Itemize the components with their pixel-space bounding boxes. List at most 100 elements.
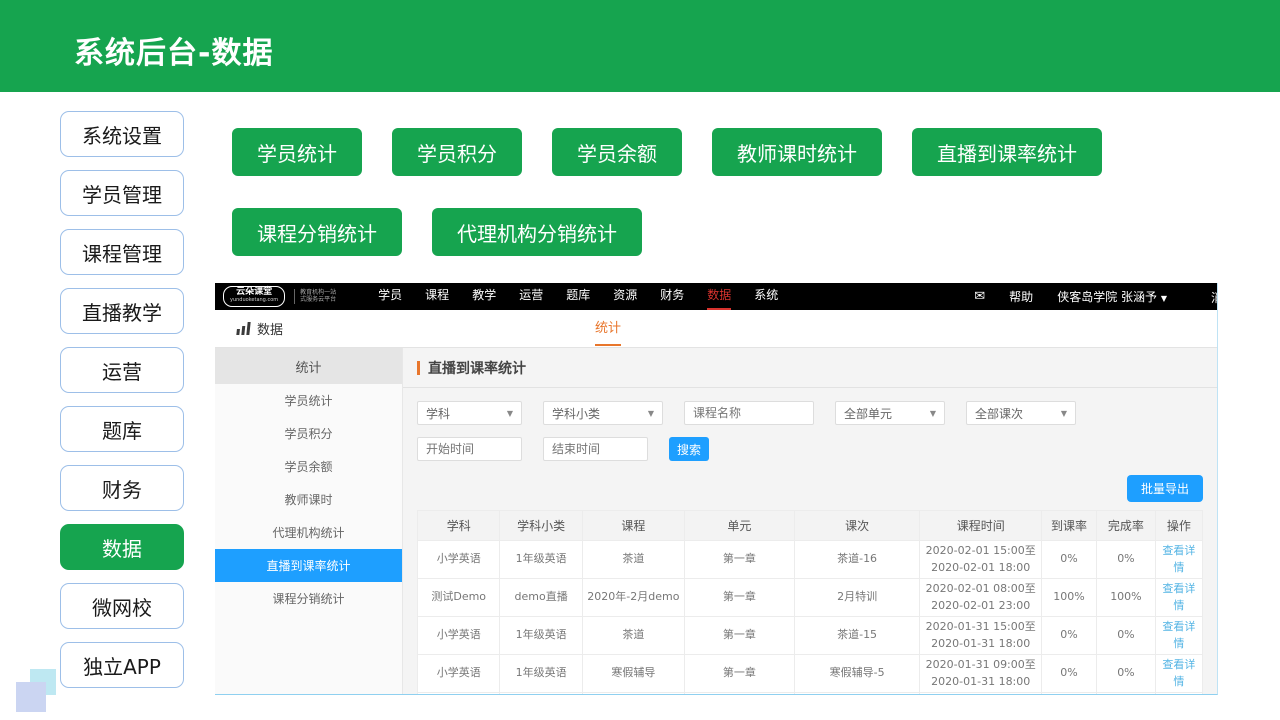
table-cell: 0% [1042,655,1097,693]
topnav-item[interactable]: 系统 [754,283,778,310]
table-header-cell: 单元 [684,511,794,541]
left-sidebar-button[interactable]: 运营 [60,347,184,393]
left-sidebar-button[interactable]: 学员管理 [60,170,184,216]
left-sidebar: 系统设置学员管理课程管理直播教学运营题库财务数据微网校独立APP [60,111,184,688]
subject-select[interactable]: 学科 ▼ [417,401,522,425]
table-header-cell: 操作 [1155,511,1202,541]
admin-menu-item[interactable]: 学员统计 [215,384,402,417]
table-cell: 0% [1096,617,1155,655]
table-cell: 2020-01-31 09:00至2020-01-31 18:00 [920,655,1042,693]
table-header-cell: 课程 [582,511,684,541]
left-sidebar-button[interactable]: 财务 [60,465,184,511]
left-sidebar-button[interactable]: 题库 [60,406,184,452]
quick-button[interactable]: 代理机构分销统计 [432,208,642,256]
end-time-input[interactable] [543,437,648,461]
view-details-link[interactable]: 查看详情 [1162,544,1195,574]
page-title: 系统后台-数据 [0,0,1280,72]
table-cell: 茶道 [582,617,684,655]
topnav-item[interactable]: 学员 [378,283,402,310]
admin-menu-item[interactable]: 教师课时 [215,483,402,516]
table-cell: 茶道-16 [794,541,920,579]
chevron-down-icon: ▼ [648,409,654,418]
table-cell: 查看详情 [1155,579,1202,617]
admin-menu-item[interactable]: 学员余额 [215,450,402,483]
course-name-input[interactable] [684,401,814,425]
table-header-cell: 完成率 [1096,511,1155,541]
table-cell: 100% [1042,579,1097,617]
title-accent-bar [417,361,420,375]
side-menu-header: 统计 [215,348,402,384]
side-menu-items: 学员统计学员积分学员余额教师课时代理机构统计直播到课率统计课程分销统计 [215,384,402,615]
table-cell: 2月特训 [794,579,920,617]
left-sidebar-button[interactable]: 系统设置 [60,111,184,157]
quick-button[interactable]: 课程分销统计 [232,208,402,256]
start-time-input[interactable] [417,437,522,461]
quick-button[interactable]: 教师课时统计 [712,128,882,176]
left-sidebar-button[interactable]: 独立APP [60,642,184,688]
topnav-item[interactable]: 数据 [707,283,731,310]
tab-statistics[interactable]: 统计 [595,310,621,346]
cloud-logo[interactable]: 云朵课堂 yunduoketang.com 教育机构一站 式服务云平台 [223,286,336,306]
table-cell: 寒假辅导 [582,655,684,693]
content-title: 直播到课率统计 [428,358,526,378]
admin-menu-item[interactable]: 代理机构统计 [215,516,402,549]
left-sidebar-button[interactable]: 数据 [60,524,184,570]
table-cell: 0% [1042,693,1097,696]
quick-button[interactable]: 学员积分 [392,128,522,176]
logo-tagline: 教育机构一站 式服务云平台 [294,289,336,305]
quick-button[interactable]: 学员统计 [232,128,362,176]
left-sidebar-button[interactable]: 直播教学 [60,288,184,334]
search-button[interactable]: 搜索 [669,437,709,461]
logo-text: 云朵课堂 [236,287,272,297]
topnav-items: 学员课程教学运营题库资源财务数据系统 [378,283,778,310]
chevron-down-icon: ▼ [1161,294,1167,303]
table-cell: 英语课程（批量添加课次）-3 [794,693,920,696]
view-details-link[interactable]: 查看详情 [1162,620,1195,650]
table-header-cell: 学科小类 [500,511,582,541]
table-cell: 0% [1096,655,1155,693]
topnav-item[interactable]: 课程 [425,283,449,310]
table-cell: 查看详情 [1155,693,1202,696]
page-banner: 系统后台-数据 [0,0,1280,92]
quick-buttons-row-1: 学员统计学员积分学员余额教师课时统计直播到课率统计 [232,128,1102,176]
table-cell: 1年级英语 [500,693,582,696]
content-title-row: 直播到课率统计 [403,348,1217,388]
batch-export-button[interactable]: 批量导出 [1127,475,1203,502]
table-row: 小学英语1年级英语茶道第一章茶道-162020-02-01 15:00至2020… [418,541,1203,579]
admin-menu-item[interactable]: 直播到课率统计 [215,549,402,582]
topnav-item[interactable]: 运营 [519,283,543,310]
table-row: 测试Demodemo直播2020年-2月demo第一章2月特训2020-02-0… [418,579,1203,617]
table-cell: 寒假辅导-5 [794,655,920,693]
mail-icon[interactable]: ✉ [974,289,985,304]
quick-button[interactable]: 学员余额 [552,128,682,176]
topnav-item[interactable]: 教学 [472,283,496,310]
chevron-down-icon: ▼ [507,409,513,418]
table-cell: 2020-01-31 14:00至2020-01-31 18:00 [920,693,1042,696]
table-cell: 测试Demo [418,579,500,617]
topnav-item[interactable]: 财务 [660,283,684,310]
table-cell: 查看详情 [1155,655,1202,693]
view-details-link[interactable]: 查看详情 [1162,582,1195,612]
table-cell: 0% [1042,617,1097,655]
left-sidebar-button[interactable]: 微网校 [60,583,184,629]
topnav-item[interactable]: 资源 [613,283,637,310]
subject-subcategory-select[interactable]: 学科小类 ▼ [543,401,663,425]
lesson-select[interactable]: 全部课次 ▼ [966,401,1076,425]
table-row: 小学英语1年级英语寒假辅导第一章寒假辅导-52020-01-31 09:00至2… [418,655,1203,693]
filters: 学科 ▼ 学科小类 ▼ 全部单元 ▼ 全部课次 ▼ [403,388,1217,461]
table-cell: 查看详情 [1155,617,1202,655]
filter-row-1: 学科 ▼ 学科小类 ▼ 全部单元 ▼ 全部课次 ▼ [417,401,1217,425]
table-cell: 2020-02-01 08:00至2020-02-01 23:00 [920,579,1042,617]
admin-menu-item[interactable]: 课程分销统计 [215,582,402,615]
help-link[interactable]: 帮助 [1009,288,1033,305]
admin-menu-item[interactable]: 学员积分 [215,417,402,450]
table-cell: 0% [1042,541,1097,579]
admin-screenshot: 云朵课堂 yunduoketang.com 教育机构一站 式服务云平台 学员课程… [215,283,1218,695]
quick-button[interactable]: 直播到课率统计 [912,128,1102,176]
topnav-item[interactable]: 题库 [566,283,590,310]
left-sidebar-button[interactable]: 课程管理 [60,229,184,275]
account-menu[interactable]: 侠客岛学院 张涵予 ▼ [1057,288,1167,305]
unit-select[interactable]: 全部单元 ▼ [835,401,945,425]
table-header-row: 学科学科小类课程单元课次课程时间到课率完成率操作 [418,511,1203,541]
view-details-link[interactable]: 查看详情 [1162,658,1195,688]
